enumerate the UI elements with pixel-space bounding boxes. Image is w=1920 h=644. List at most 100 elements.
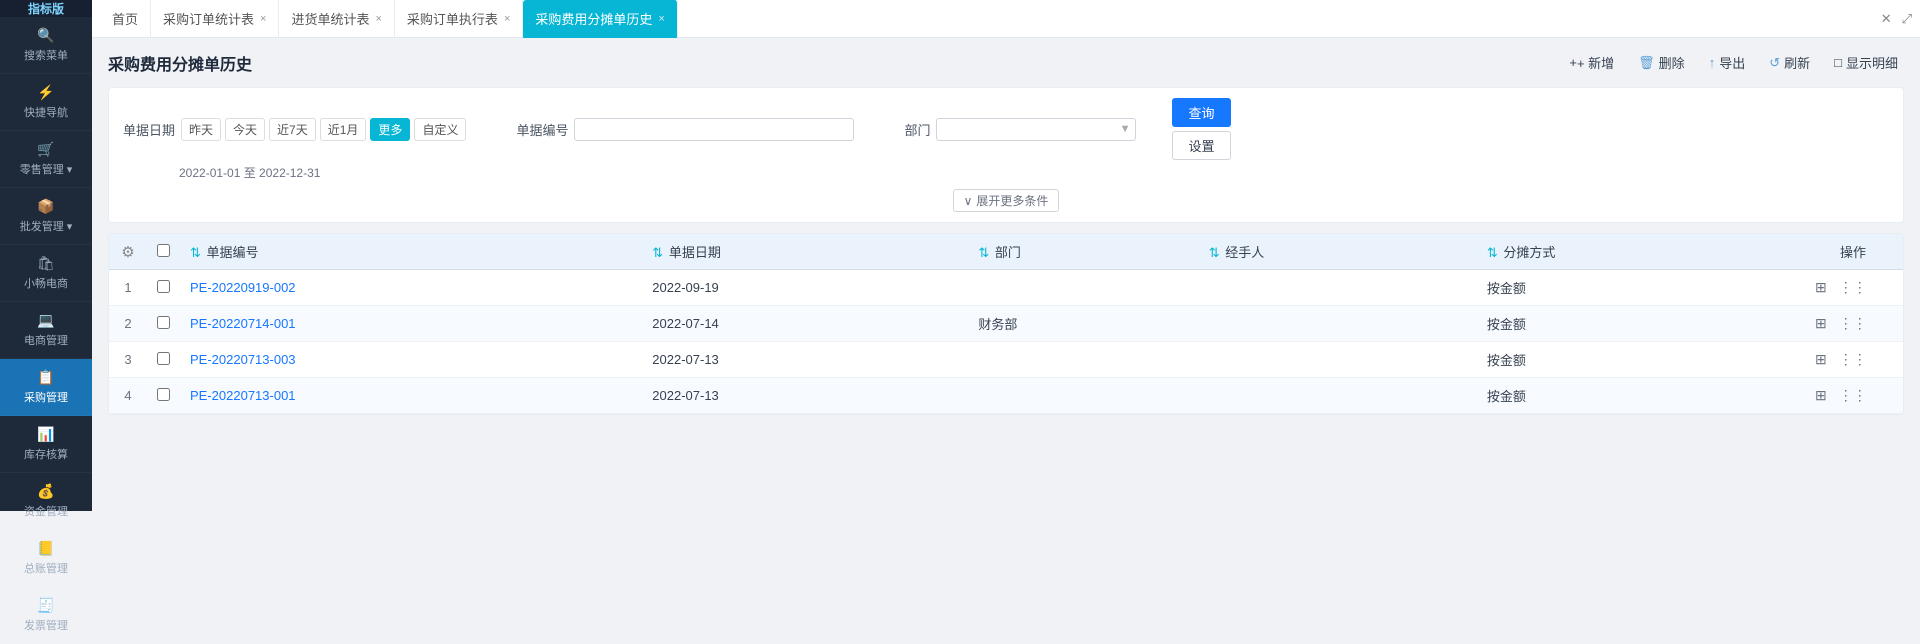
export-icon: ↑ (1709, 55, 1716, 70)
sno-filter-label: 单据编号 (516, 120, 568, 139)
dept-input[interactable] (936, 118, 1136, 141)
date-btn-custom[interactable]: 自定义 (414, 118, 466, 141)
date-btn-yesterday[interactable]: 昨天 (181, 118, 221, 141)
row-action-cell: ⊞ ⋮⋮ (1803, 378, 1903, 414)
date-buttons: 昨天 今天 近7天 近1月 更多 自定义 (181, 118, 466, 141)
row-checkbox-cell (147, 342, 180, 378)
tab-close-icon[interactable]: × (260, 13, 266, 25)
date-btn-today[interactable]: 今天 (225, 118, 265, 141)
row-sno-link[interactable]: PE-20220713-003 (190, 352, 296, 367)
sno-filter-group: 单据编号 (516, 118, 854, 141)
sidebar-item-finance[interactable]: 💰资金管理 (0, 473, 92, 530)
table-row: 4 PE-20220713-001 2022-07-13 按金额 ⊞ ⋮⋮ (109, 378, 1903, 414)
dept-dropdown-icon: ▼ (1120, 123, 1131, 135)
row-handler-cell (1199, 270, 1477, 306)
row-dept-cell: 财务部 (968, 306, 1198, 342)
add-button[interactable]: + + 新增 (1563, 50, 1620, 75)
tab-purchase-order-stat[interactable]: 采购订单统计表 × (151, 0, 279, 38)
sno-input[interactable] (574, 118, 854, 141)
row-checkbox[interactable] (157, 388, 170, 401)
date-btn-1month[interactable]: 近1月 (320, 118, 367, 141)
date-filter-group: 单据日期 昨天 今天 近7天 近1月 更多 自定义 (123, 118, 466, 141)
tab-purchase-order-exec[interactable]: 采购订单执行表 × (395, 0, 523, 38)
export-button[interactable]: ↑ 导出 (1703, 50, 1752, 75)
tab-purchase-cost-history[interactable]: 采购费用分摊单历史× (523, 0, 677, 38)
date-range-text: 2022-01-01 至 2022-12-31 (179, 166, 320, 180)
show-detail-button[interactable]: □ 显示明细 (1828, 50, 1904, 75)
sidebar-item-accounting[interactable]: 📒总账管理 (0, 530, 92, 587)
maximize-window-icon[interactable]: ⤢ (1902, 11, 1912, 27)
refresh-button[interactable]: ↺ 刷新 (1763, 50, 1816, 75)
row-sno-cell: PE-20220713-001 (180, 378, 642, 414)
sidebar-item-retail[interactable]: 🛒零售管理 ▾ (0, 131, 92, 188)
more-icon[interactable]: ⋮⋮ (1837, 385, 1869, 406)
tab-close-icon[interactable]: × (504, 13, 510, 25)
row-checkbox-cell (147, 270, 180, 306)
dept-filter-label: 部门 (904, 120, 930, 139)
tab-actions: ✕ ⤢ (1881, 11, 1912, 27)
sidebar-item-ecommerce[interactable]: 💻电商管理 (0, 302, 92, 359)
date-filter-label: 单据日期 (123, 120, 175, 139)
th-settings[interactable]: ⚙ (109, 234, 147, 270)
sidebar-item-search[interactable]: 🔍搜索菜单 (0, 17, 92, 74)
row-sno-link[interactable]: PE-20220713-001 (190, 388, 296, 403)
more-icon[interactable]: ⋮⋮ (1837, 313, 1869, 334)
row-dept-cell (968, 270, 1198, 306)
chevron-down-icon: ∨ (964, 194, 973, 208)
th-dept: ⇅ 部门 (968, 234, 1198, 270)
view-icon[interactable]: ⊞ (1813, 349, 1829, 370)
settings-button[interactable]: 设置 (1172, 131, 1230, 160)
row-num-cell: 2 (109, 306, 147, 342)
tab-label: 采购订单执行表 (407, 9, 498, 28)
row-checkbox[interactable] (157, 280, 170, 293)
sidebar-logo: 指标版 (0, 0, 92, 17)
sort-method-icon: ⇅ (1487, 245, 1498, 260)
close-window-icon[interactable]: ✕ (1881, 11, 1892, 27)
row-checkbox[interactable] (157, 316, 170, 329)
row-action-cell: ⊞ ⋮⋮ (1803, 270, 1903, 306)
row-date-cell: 2022-07-14 (642, 306, 968, 342)
tab-close-icon[interactable]: × (658, 13, 664, 25)
view-icon[interactable]: ⊞ (1813, 313, 1829, 334)
row-checkbox-cell (147, 306, 180, 342)
tab-close-icon[interactable]: × (375, 13, 381, 25)
row-sno-cell: PE-20220919-002 (180, 270, 642, 306)
sidebar-item-inventory[interactable]: 📊库存核算 (0, 416, 92, 473)
tab-label: 采购订单统计表 (163, 9, 254, 28)
date-btn-7days[interactable]: 近7天 (269, 118, 316, 141)
row-sno-link[interactable]: PE-20220714-001 (190, 316, 296, 331)
select-all-checkbox[interactable] (157, 244, 170, 257)
date-btn-more[interactable]: 更多 (370, 118, 410, 141)
sidebar-item-invoice[interactable]: 🧾发票管理 (0, 587, 92, 644)
filter-area: 单据日期 昨天 今天 近7天 近1月 更多 自定义 单据编号 (108, 87, 1904, 223)
tab-home[interactable]: 首页 (100, 0, 151, 38)
tab-incoming-stat[interactable]: 进货单统计表 × (279, 0, 394, 38)
row-num-cell: 1 (109, 270, 147, 306)
settings-icon[interactable]: ⚙ (121, 244, 134, 261)
row-method-cell: 按金额 (1477, 270, 1803, 306)
more-icon[interactable]: ⋮⋮ (1837, 277, 1869, 298)
filter-buttons: 查询 设置 (1172, 98, 1230, 160)
row-checkbox[interactable] (157, 352, 170, 365)
more-icon[interactable]: ⋮⋮ (1837, 349, 1869, 370)
tab-label: 进货单统计表 (291, 9, 369, 28)
sidebar-item-wholesale[interactable]: 📦批发管理 ▾ (0, 188, 92, 245)
date-range-display: 2022-01-01 至 2022-12-31 (123, 164, 1889, 181)
sidebar-item-mini[interactable]: 🛍小畅电商 (0, 245, 92, 302)
view-icon[interactable]: ⊞ (1813, 277, 1829, 298)
th-sno: ⇅ 单据编号 (180, 234, 642, 270)
delete-button[interactable]: 🗑 删除 (1632, 50, 1691, 75)
page-title: 采购费用分摊单历史 (108, 51, 252, 75)
expand-label: 展开更多条件 (976, 192, 1048, 209)
sidebar-item-quick[interactable]: ⚡快捷导航 (0, 74, 92, 131)
row-date-cell: 2022-09-19 (642, 270, 968, 306)
expand-more-button[interactable]: ∨ 展开更多条件 (953, 189, 1060, 212)
row-num-cell: 4 (109, 378, 147, 414)
data-table-wrapper: ⚙ ⇅ 单据编号 ⇅ 单据日期 (108, 233, 1904, 415)
row-sno-cell: PE-20220714-001 (180, 306, 642, 342)
sidebar-item-purchase[interactable]: 📋采购管理 (0, 359, 92, 416)
row-sno-link[interactable]: PE-20220919-002 (190, 280, 296, 295)
query-button[interactable]: 查询 (1172, 98, 1230, 127)
delete-icon: 🗑 (1638, 55, 1655, 71)
view-icon[interactable]: ⊞ (1813, 385, 1829, 406)
